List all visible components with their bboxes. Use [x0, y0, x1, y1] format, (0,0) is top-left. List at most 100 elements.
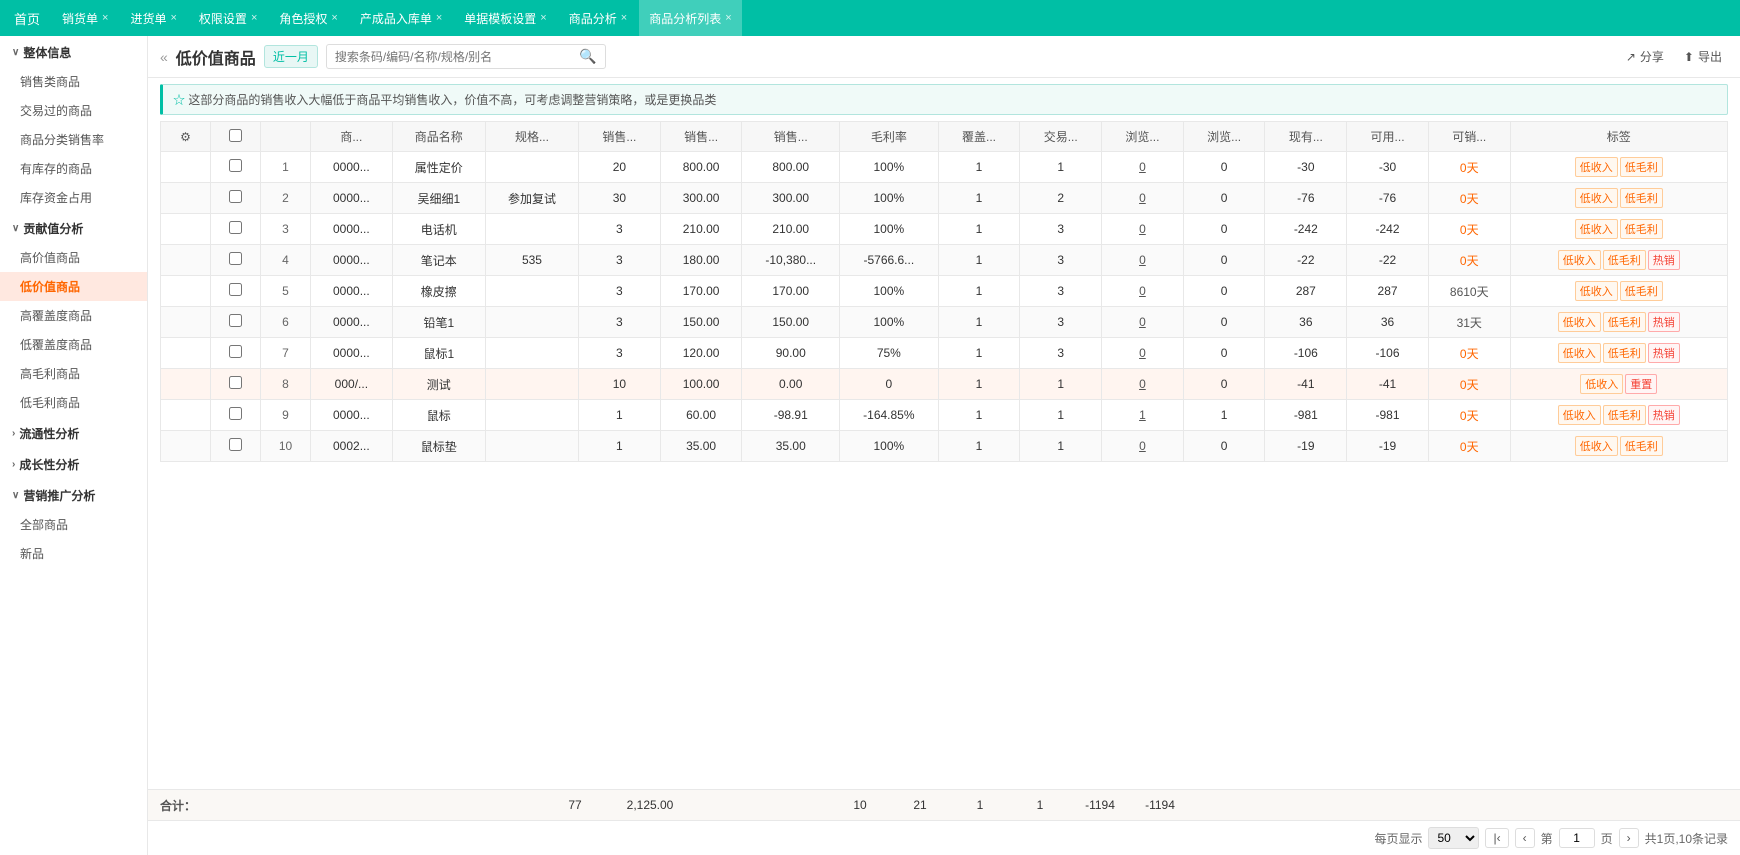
- browse-link[interactable]: 0: [1139, 315, 1146, 329]
- nav-product-analysis[interactable]: 商品分析 ×: [559, 0, 637, 36]
- filter-recent-month[interactable]: 近一月: [264, 45, 318, 68]
- td-coverage: 1: [938, 400, 1020, 431]
- sidebar-group-circulation[interactable]: › 流通性分析: [0, 417, 147, 448]
- nav-close-product-analysis-list[interactable]: ×: [725, 12, 731, 24]
- td-check[interactable]: [211, 307, 261, 338]
- th-spec[interactable]: 规格...: [485, 122, 578, 152]
- td-check[interactable]: [211, 245, 261, 276]
- export-button[interactable]: ⬆ 导出: [1678, 45, 1728, 68]
- nav-close-template[interactable]: ×: [540, 12, 546, 24]
- nav-home[interactable]: 首页: [4, 0, 50, 36]
- th-transaction[interactable]: 交易...: [1020, 122, 1102, 152]
- row-checkbox[interactable]: [229, 283, 242, 296]
- th-settings[interactable]: ⚙: [161, 122, 211, 152]
- sidebar-group-contribution[interactable]: ∨ 贡献值分析: [0, 212, 147, 243]
- row-checkbox[interactable]: [229, 221, 242, 234]
- nav-product-analysis-list[interactable]: 商品分析列表 ×: [639, 0, 741, 36]
- row-checkbox[interactable]: [229, 190, 242, 203]
- browse-link[interactable]: 1: [1139, 408, 1146, 422]
- nav-close-purchase[interactable]: ×: [170, 12, 176, 24]
- select-all-checkbox[interactable]: [229, 129, 242, 142]
- row-checkbox[interactable]: [229, 252, 242, 265]
- th-sales-qty[interactable]: 销售...: [579, 122, 661, 152]
- th-current[interactable]: 现有...: [1265, 122, 1347, 152]
- th-checkbox[interactable]: [211, 122, 261, 152]
- sidebar-item-low-margin[interactable]: 低毛利商品: [0, 388, 147, 417]
- browse-link[interactable]: 0: [1139, 284, 1146, 298]
- browse-link[interactable]: 0: [1139, 377, 1146, 391]
- sidebar-item-high-margin[interactable]: 高毛利商品: [0, 359, 147, 388]
- nav-template[interactable]: 单据模板设置 ×: [454, 0, 556, 36]
- sidebar-item-low-coverage[interactable]: 低覆盖度商品: [0, 330, 147, 359]
- sidebar-item-traded-products[interactable]: 交易过的商品: [0, 96, 147, 125]
- search-icon[interactable]: 🔍: [579, 48, 596, 65]
- row-checkbox[interactable]: [229, 314, 242, 327]
- sidebar-item-stock-products[interactable]: 有库存的商品: [0, 154, 147, 183]
- browse-link[interactable]: 0: [1139, 439, 1146, 453]
- td-check[interactable]: [211, 214, 261, 245]
- collapse-button[interactable]: «: [160, 49, 168, 65]
- first-page-button[interactable]: |‹: [1485, 828, 1508, 848]
- sidebar-item-high-value[interactable]: 高价值商品: [0, 243, 147, 272]
- table-body: 1 0000... 属性定价 20 800.00 800.00 100% 1 1…: [161, 152, 1728, 462]
- browse-link[interactable]: 0: [1139, 191, 1146, 205]
- th-sales-amount[interactable]: 销售...: [660, 122, 742, 152]
- nav-sales[interactable]: 销货单 ×: [52, 0, 118, 36]
- share-button[interactable]: ↗ 分享: [1620, 45, 1670, 68]
- sidebar-group-overall[interactable]: ∨ 整体信息: [0, 36, 147, 67]
- next-page-button[interactable]: ›: [1619, 828, 1639, 848]
- browse-link[interactable]: 0: [1139, 222, 1146, 236]
- nav-close-permission[interactable]: ×: [251, 12, 257, 24]
- sidebar-item-all-products[interactable]: 全部商品: [0, 510, 147, 539]
- sidebar-item-new-products[interactable]: 新品: [0, 539, 147, 568]
- browse-link[interactable]: 0: [1139, 346, 1146, 360]
- th-available[interactable]: 可用...: [1347, 122, 1429, 152]
- sidebar-item-category-rate[interactable]: 商品分类销售率: [0, 125, 147, 154]
- page-number-input[interactable]: [1559, 828, 1595, 848]
- th-name[interactable]: 商品名称: [392, 122, 485, 152]
- th-browse1[interactable]: 浏览...: [1102, 122, 1184, 152]
- nav-permission[interactable]: 权限设置 ×: [189, 0, 267, 36]
- td-num: 2: [261, 183, 311, 214]
- sidebar-item-low-value[interactable]: 低价值商品: [0, 272, 147, 301]
- th-sellable[interactable]: 可销...: [1428, 122, 1510, 152]
- sidebar-group-marketing[interactable]: ∨ 营销推广分析: [0, 479, 147, 510]
- row-checkbox[interactable]: [229, 407, 242, 420]
- search-box: 🔍: [326, 44, 606, 69]
- row-checkbox[interactable]: [229, 438, 242, 451]
- nav-product-storage[interactable]: 产成品入库单 ×: [350, 0, 452, 36]
- footer-empty4: [310, 795, 380, 815]
- td-check[interactable]: [211, 152, 261, 183]
- sidebar-item-high-coverage[interactable]: 高覆盖度商品: [0, 301, 147, 330]
- browse-link[interactable]: 0: [1139, 253, 1146, 267]
- th-coverage[interactable]: 覆盖...: [938, 122, 1020, 152]
- search-input[interactable]: [335, 50, 580, 64]
- td-check[interactable]: [211, 276, 261, 307]
- td-sales-qty: 1: [579, 431, 661, 462]
- td-check[interactable]: [211, 400, 261, 431]
- nav-close-sales[interactable]: ×: [102, 12, 108, 24]
- row-checkbox[interactable]: [229, 376, 242, 389]
- nav-purchase[interactable]: 进货单 ×: [120, 0, 186, 36]
- nav-role[interactable]: 角色授权 ×: [269, 0, 347, 36]
- th-code[interactable]: 商...: [311, 122, 393, 152]
- nav-close-product-storage[interactable]: ×: [436, 12, 442, 24]
- sidebar-item-stock-capital[interactable]: 库存资金占用: [0, 183, 147, 212]
- td-check[interactable]: [211, 338, 261, 369]
- td-check[interactable]: [211, 431, 261, 462]
- browse-link[interactable]: 0: [1139, 160, 1146, 174]
- sidebar-group-growth[interactable]: › 成长性分析: [0, 448, 147, 479]
- td-check[interactable]: [211, 369, 261, 400]
- nav-close-role[interactable]: ×: [331, 12, 337, 24]
- td-coverage: 1: [938, 183, 1020, 214]
- page-size-select[interactable]: 50 100 200: [1428, 827, 1479, 849]
- th-gross-rate[interactable]: 毛利率: [840, 122, 939, 152]
- th-sales-cost[interactable]: 销售...: [742, 122, 840, 152]
- sidebar-item-sales-products[interactable]: 销售类商品: [0, 67, 147, 96]
- row-checkbox[interactable]: [229, 345, 242, 358]
- row-checkbox[interactable]: [229, 159, 242, 172]
- prev-page-button[interactable]: ‹: [1515, 828, 1535, 848]
- nav-close-product-analysis[interactable]: ×: [621, 12, 627, 24]
- td-check[interactable]: [211, 183, 261, 214]
- th-browse2[interactable]: 浏览...: [1183, 122, 1265, 152]
